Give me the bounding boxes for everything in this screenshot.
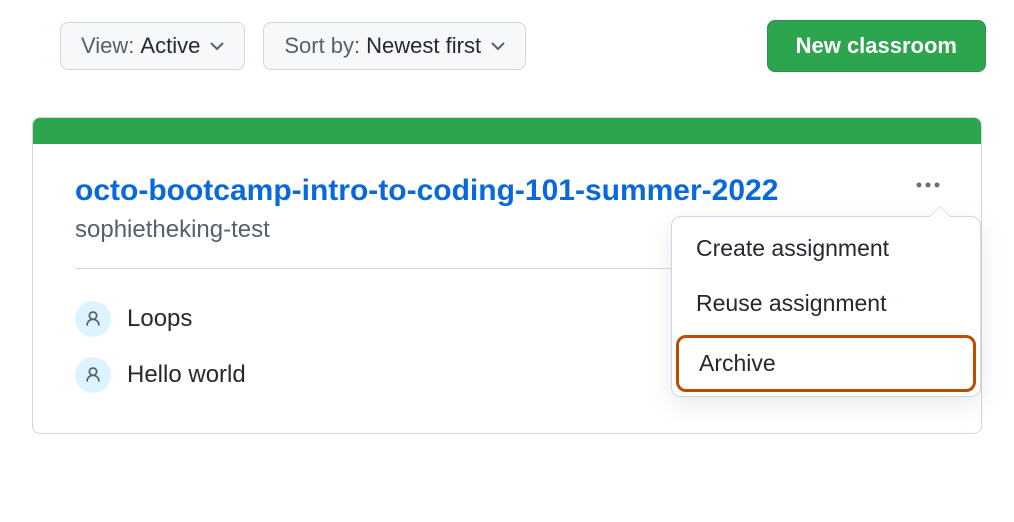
- context-menu: Create assignment Reuse assignment Archi…: [671, 216, 981, 397]
- view-value: Active: [140, 33, 200, 59]
- assignment-name: Hello world: [127, 361, 246, 389]
- classroom-card: octo-bootcamp-intro-to-coding-101-summer…: [32, 117, 982, 434]
- classroom-title-link[interactable]: octo-bootcamp-intro-to-coding-101-summer…: [75, 174, 778, 208]
- kebab-menu-button[interactable]: [911, 174, 945, 197]
- card-body: octo-bootcamp-intro-to-coding-101-summer…: [33, 144, 981, 433]
- person-icon: [75, 301, 111, 337]
- sort-label-prefix: Sort by:: [284, 33, 360, 59]
- sort-value: Newest first: [366, 33, 481, 59]
- sort-filter-dropdown[interactable]: Sort by: Newest first: [263, 22, 526, 70]
- menu-item-archive[interactable]: Archive: [676, 335, 976, 392]
- toolbar: View: Active Sort by: Newest first New c…: [60, 20, 994, 72]
- chevron-down-icon: [491, 42, 505, 51]
- new-classroom-button[interactable]: New classroom: [767, 20, 986, 72]
- chevron-down-icon: [210, 42, 224, 51]
- card-accent-stripe: [33, 118, 981, 144]
- view-filter-dropdown[interactable]: View: Active: [60, 22, 245, 70]
- person-icon: [75, 357, 111, 393]
- assignment-name: Loops: [127, 305, 192, 333]
- view-label-prefix: View:: [81, 33, 134, 59]
- menu-item-create-assignment[interactable]: Create assignment: [672, 217, 980, 276]
- menu-item-reuse-assignment[interactable]: Reuse assignment: [672, 276, 980, 331]
